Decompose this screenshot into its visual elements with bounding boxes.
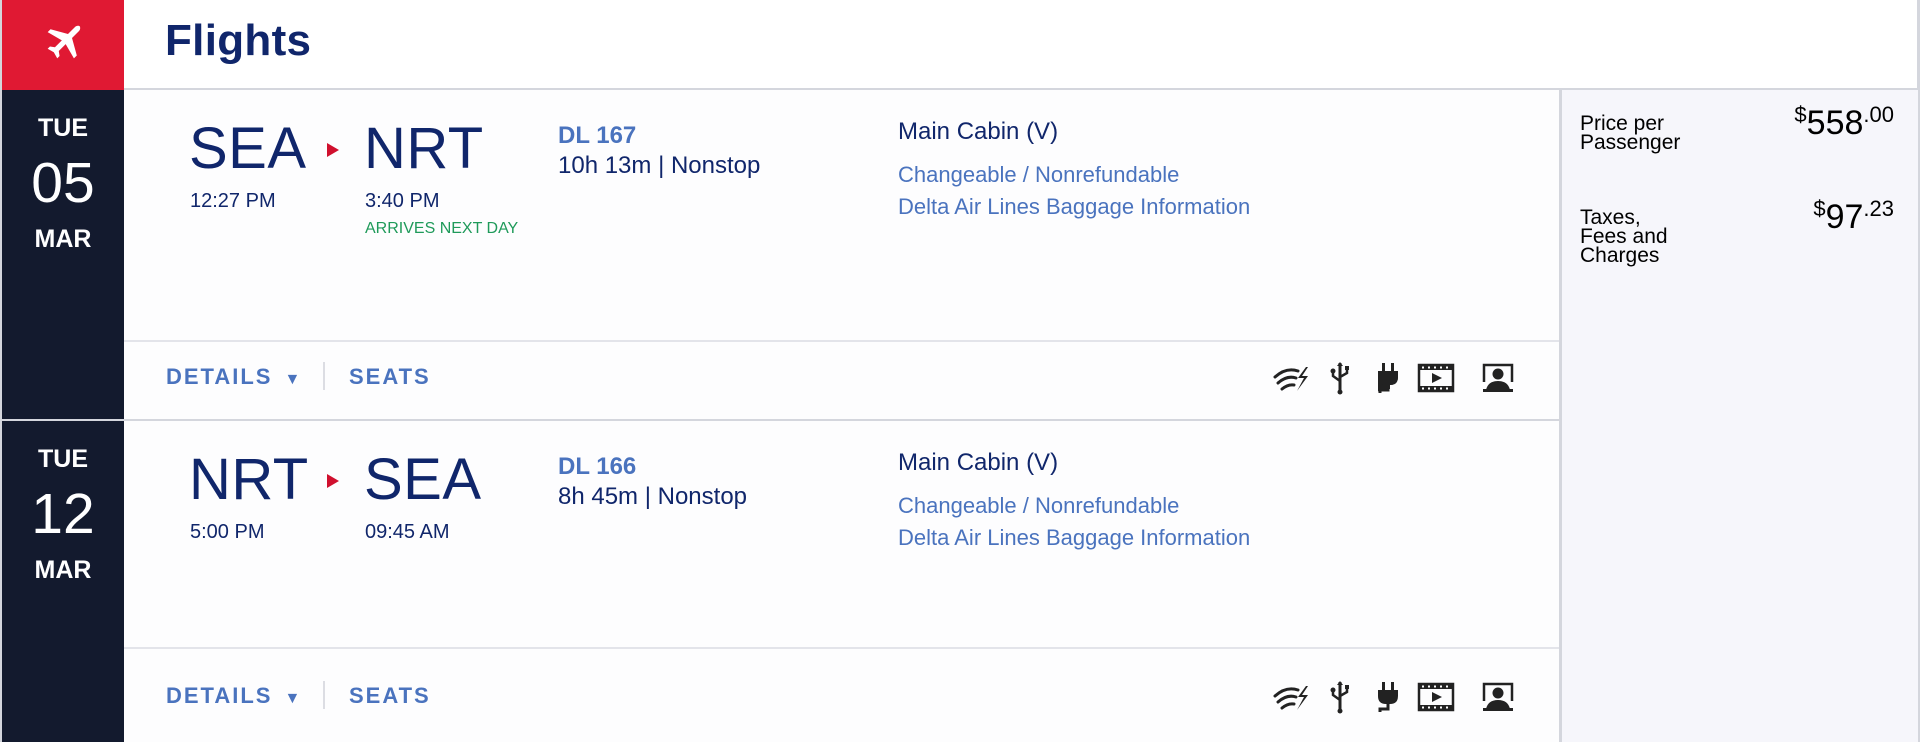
date-day: 05 <box>31 151 95 215</box>
date-day-of-week: TUE <box>38 445 88 473</box>
usb-icon <box>1320 679 1360 715</box>
segment-body: NRT 5:00 PM SEA 09:45 AM DL 166 8h 45m |… <box>124 421 1559 649</box>
date-month: MAR <box>34 556 92 584</box>
personal-screen-icon <box>1478 679 1518 715</box>
flight-segment: TUE 05 MAR SEA 12:27 PM NRT 3:40 PM ARRI… <box>2 90 1559 420</box>
details-label: DETAILS <box>166 364 273 389</box>
date-badge: TUE 05 MAR <box>2 90 124 420</box>
route-arrow-icon <box>327 474 339 488</box>
details-label: DETAILS <box>166 683 273 708</box>
video-icon <box>1416 360 1456 396</box>
date-month: MAR <box>34 225 92 253</box>
fare-rules-link[interactable]: Changeable / Nonrefundable <box>898 162 1179 188</box>
currency-symbol: $ <box>1794 102 1807 127</box>
date-badge: TUE 12 MAR <box>2 421 124 742</box>
price-cents: .23 <box>1863 196 1894 221</box>
power-plug-icon <box>1368 679 1408 715</box>
flight-duration: 10h 13m | Nonstop <box>558 152 761 179</box>
departure-time: 12:27 PM <box>190 190 276 212</box>
power-plug-icon <box>1368 360 1408 396</box>
arrives-next-day-note: ARRIVES NEXT DAY <box>365 220 519 237</box>
price-dollars: 558 <box>1806 104 1864 142</box>
arrival-time: 09:45 AM <box>365 521 450 543</box>
baggage-info-link[interactable]: Delta Air Lines Baggage Information <box>898 525 1250 551</box>
flights-header: Flights <box>2 0 1917 90</box>
flight-number: DL 167 <box>558 122 637 149</box>
flight-duration: 8h 45m | Nonstop <box>558 483 748 510</box>
currency-symbol: $ <box>1813 196 1826 221</box>
usb-icon <box>1320 360 1360 396</box>
flight-number: DL 166 <box>558 453 637 480</box>
page-title: Flights <box>165 16 312 65</box>
cabin-class: Main Cabin (V) <box>898 118 1059 145</box>
taxes-fees-label: Taxes, Fees and Charges <box>1580 207 1668 267</box>
arrival-time: 3:40 PM <box>365 190 440 212</box>
origin-code: SEA <box>189 116 307 181</box>
airplane-icon <box>40 20 86 71</box>
date-day: 12 <box>31 482 95 546</box>
segment-body: SEA 12:27 PM NRT 3:40 PM ARRIVES NEXT DA… <box>124 90 1559 340</box>
personal-screen-icon <box>1478 360 1518 396</box>
baggage-info-link[interactable]: Delta Air Lines Baggage Information <box>898 194 1250 220</box>
price-summary-panel: Price per Passenger $558.00 Taxes, Fees … <box>1559 90 1918 742</box>
price-dollars: 97 <box>1825 198 1864 236</box>
flight-segment: TUE 12 MAR NRT 5:00 PM SEA 09:45 AM DL 1… <box>2 421 1559 742</box>
destination-code: NRT <box>364 116 484 181</box>
cabin-class: Main Cabin (V) <box>898 449 1059 476</box>
chevron-down-icon: ▼ <box>284 690 303 707</box>
tab-divider <box>323 681 325 709</box>
taxes-fees-value: $97.23 <box>1813 196 1894 237</box>
label-line: Passenger <box>1580 131 1681 154</box>
fare-rules-link[interactable]: Changeable / Nonrefundable <box>898 493 1179 519</box>
airplane-badge <box>2 0 124 90</box>
seats-tab[interactable]: SEATS <box>349 364 431 390</box>
price-per-passenger-label: Price per Passenger <box>1580 113 1681 154</box>
label-line: Charges <box>1580 244 1660 267</box>
details-tab[interactable]: DETAILS ▼ <box>166 683 302 709</box>
chevron-down-icon: ▼ <box>284 371 303 388</box>
fast-wifi-icon <box>1272 679 1312 715</box>
amenities-list <box>1272 360 1518 396</box>
fast-wifi-icon <box>1272 360 1312 396</box>
departure-time: 5:00 PM <box>190 521 265 543</box>
price-cents: .00 <box>1863 102 1894 127</box>
seats-tab[interactable]: SEATS <box>349 683 431 709</box>
segment-footer: DETAILS ▼ SEATS <box>124 340 1559 420</box>
amenities-list <box>1272 679 1518 715</box>
price-per-passenger-value: $558.00 <box>1794 102 1894 143</box>
details-tab[interactable]: DETAILS ▼ <box>166 364 302 390</box>
origin-code: NRT <box>189 447 309 512</box>
video-icon <box>1416 679 1456 715</box>
tab-divider <box>323 362 325 390</box>
route-arrow-icon <box>327 143 339 157</box>
destination-code: SEA <box>364 447 482 512</box>
segment-footer: DETAILS ▼ SEATS <box>124 647 1559 742</box>
date-day-of-week: TUE <box>38 114 88 142</box>
